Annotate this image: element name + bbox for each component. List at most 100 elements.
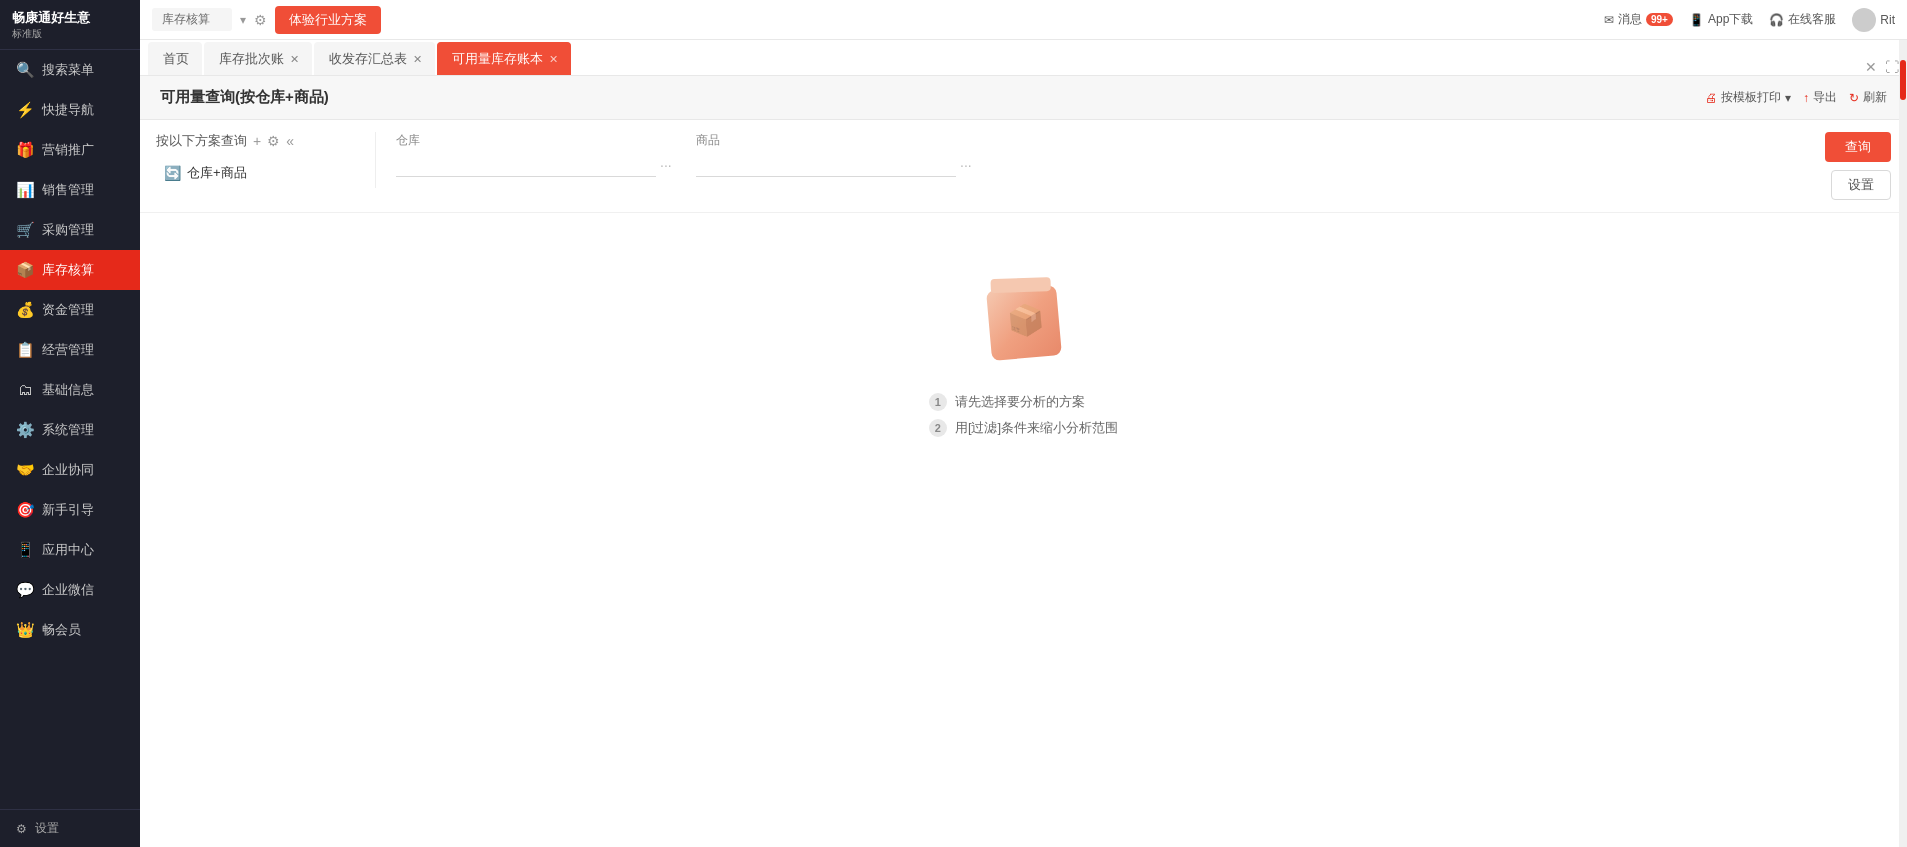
empty-illustration <box>974 273 1074 373</box>
search-icon: 🔍 <box>16 61 34 79</box>
warehouse-input[interactable] <box>396 153 656 177</box>
warehouse-input-row: ··· <box>396 153 676 177</box>
sidebar-item-label: 应用中心 <box>42 541 94 559</box>
tab-close-available_qty[interactable]: ✕ <box>549 54 558 65</box>
product-label: 商品 <box>696 132 976 149</box>
purchase-icon: 🛒 <box>16 221 34 239</box>
sidebar-item-operation[interactable]: 📋 经营管理 <box>0 330 140 370</box>
empty-tip-2: 2 用[过滤]条件来缩小分析范围 <box>929 419 1118 437</box>
tab-available_qty[interactable]: 可用量库存账本 ✕ <box>437 42 571 75</box>
tab-label-batch_account: 库存批次账 <box>219 50 284 68</box>
topbar-user[interactable]: Rit <box>1852 8 1895 32</box>
print-chevron-icon: ▾ <box>1785 91 1791 105</box>
query-button[interactable]: 查询 <box>1825 132 1891 162</box>
system-icon: ⚙️ <box>16 421 34 439</box>
sidebar-logo: 畅康通好生意 标准版 <box>0 0 140 50</box>
print-button[interactable]: 🖨 按模板打印 ▾ <box>1705 89 1791 106</box>
product-input[interactable] <box>696 153 956 177</box>
scheme-label-warehouse_product: 仓库+商品 <box>187 164 247 182</box>
page-header: 可用量查询(按仓库+商品) 🖨 按模板打印 ▾ ↑ 导出 ↻ 刷新 <box>140 76 1907 120</box>
logo-subtitle: 标准版 <box>12 27 128 41</box>
tab-close-all-icon[interactable]: ✕ <box>1865 59 1877 75</box>
sidebar-item-purchase[interactable]: 🛒 采购管理 <box>0 210 140 250</box>
tab-label-available_qty: 可用量库存账本 <box>452 50 543 68</box>
filter-header-label: 按以下方案查询 <box>156 132 247 150</box>
sidebar-item-app_center[interactable]: 📱 应用中心 <box>0 530 140 570</box>
membership-icon: 👑 <box>16 621 34 639</box>
sidebar-item-membership[interactable]: 👑 畅会员 <box>0 610 140 650</box>
export-label: 导出 <box>1813 89 1837 106</box>
sidebar-bottom-settings[interactable]: ⚙ 设置 <box>0 809 140 847</box>
inventory-icon: 📦 <box>16 261 34 279</box>
tab-close-summary[interactable]: ✕ <box>413 54 422 65</box>
message-label: 消息 <box>1618 11 1642 28</box>
topbar-customer-service[interactable]: 🎧 在线客服 <box>1769 11 1836 28</box>
scheme-warehouse_product[interactable]: 🔄 仓库+商品 <box>156 158 363 188</box>
settings-label: 设置 <box>35 820 59 837</box>
tip-number-2: 2 <box>929 419 947 437</box>
collapse-icon[interactable]: « <box>286 133 294 149</box>
page-title: 可用量查询(按仓库+商品) <box>160 88 329 107</box>
topbar-app-download[interactable]: 📱 App下载 <box>1689 11 1753 28</box>
sidebar-item-newbie[interactable]: 🎯 新手引导 <box>0 490 140 530</box>
sidebar-item-label: 企业微信 <box>42 581 94 599</box>
app_center-icon: 📱 <box>16 541 34 559</box>
sidebar-item-label: 经营管理 <box>42 341 94 359</box>
sidebar-item-sales[interactable]: 📊 销售管理 <box>0 170 140 210</box>
finance-icon: 💰 <box>16 301 34 319</box>
sidebar-item-label: 资金管理 <box>42 301 94 319</box>
sidebar-item-label: 库存核算 <box>42 261 94 279</box>
scheme-icon-warehouse_product: 🔄 <box>164 165 181 181</box>
tab-summary[interactable]: 收发存汇总表✕ <box>314 42 435 75</box>
tab-batch_account[interactable]: 库存批次账 ✕ <box>204 42 312 75</box>
scheme-settings-icon[interactable]: ⚙ <box>267 133 280 149</box>
sales-icon: 📊 <box>16 181 34 199</box>
empty-tip-1: 1 请先选择要分析的方案 <box>929 393 1118 411</box>
refresh-button[interactable]: ↻ 刷新 <box>1849 89 1887 106</box>
tab-home[interactable]: 首页 <box>148 42 202 75</box>
sidebar-item-cooperation[interactable]: 🤝 企业协同 <box>0 450 140 490</box>
newbie-icon: 🎯 <box>16 501 34 519</box>
export-icon: ↑ <box>1803 91 1809 105</box>
sidebar-item-basic_info[interactable]: 🗂 基础信息 <box>0 370 140 410</box>
product-dots[interactable]: ··· <box>960 157 972 173</box>
filter-schemes-panel: 按以下方案查询 + ⚙ « 🔄 仓库+商品 <box>156 132 376 188</box>
filter-area: 按以下方案查询 + ⚙ « 🔄 仓库+商品 仓库 ··· <box>140 120 1907 213</box>
tab-close-batch_account[interactable]: ✕ <box>290 54 299 65</box>
tip-number-1: 1 <box>929 393 947 411</box>
settings-button[interactable]: 设置 <box>1831 170 1891 200</box>
tab-expand-icon[interactable]: ⛶ <box>1885 59 1899 75</box>
sidebar-item-label: 采购管理 <box>42 221 94 239</box>
export-button[interactable]: ↑ 导出 <box>1803 89 1837 106</box>
topbar-message[interactable]: ✉ 消息 99+ <box>1604 11 1673 28</box>
sidebar-item-enterprise_wechat[interactable]: 💬 企业微信 <box>0 570 140 610</box>
marketing_promo-icon: 🎁 <box>16 141 34 159</box>
sidebar-item-marketing_promo[interactable]: 🎁 营销推广 <box>0 130 140 170</box>
message-icon: ✉ <box>1604 13 1614 27</box>
refresh-icon: ↻ <box>1849 91 1859 105</box>
filter-schemes-header: 按以下方案查询 + ⚙ « <box>156 132 363 150</box>
phone-icon: 📱 <box>1689 13 1704 27</box>
sidebar-item-system[interactable]: ⚙️ 系统管理 <box>0 410 140 450</box>
sidebar-item-label: 系统管理 <box>42 421 94 439</box>
message-badge: 99+ <box>1646 13 1673 26</box>
topbar-right: ✉ 消息 99+ 📱 App下载 🎧 在线客服 Rit <box>1604 8 1895 32</box>
sidebar-item-label: 新手引导 <box>42 501 94 519</box>
topbar-gear-icon[interactable]: ⚙ <box>254 12 267 28</box>
sidebar-item-shortcut[interactable]: ⚡ 快捷导航 <box>0 90 140 130</box>
shortcut-icon: ⚡ <box>16 101 34 119</box>
tab-label-home: 首页 <box>163 50 189 68</box>
trial-button[interactable]: 体验行业方案 <box>275 6 381 34</box>
sidebar-item-finance[interactable]: 💰 资金管理 <box>0 290 140 330</box>
empty-state: 1 请先选择要分析的方案 2 用[过滤]条件来缩小分析范围 <box>140 213 1907 477</box>
cooperation-icon: 🤝 <box>16 461 34 479</box>
tip-text-2: 用[过滤]条件来缩小分析范围 <box>955 419 1118 437</box>
refresh-label: 刷新 <box>1863 89 1887 106</box>
empty-tips: 1 请先选择要分析的方案 2 用[过滤]条件来缩小分析范围 <box>929 393 1118 437</box>
warehouse-dots[interactable]: ··· <box>660 157 672 173</box>
sidebar-item-inventory[interactable]: 📦 库存核算 <box>0 250 140 290</box>
sidebar-item-search[interactable]: 🔍 搜索菜单 <box>0 50 140 90</box>
sidebar-item-label: 基础信息 <box>42 381 94 399</box>
operation-icon: 📋 <box>16 341 34 359</box>
add-scheme-icon[interactable]: + <box>253 133 261 149</box>
